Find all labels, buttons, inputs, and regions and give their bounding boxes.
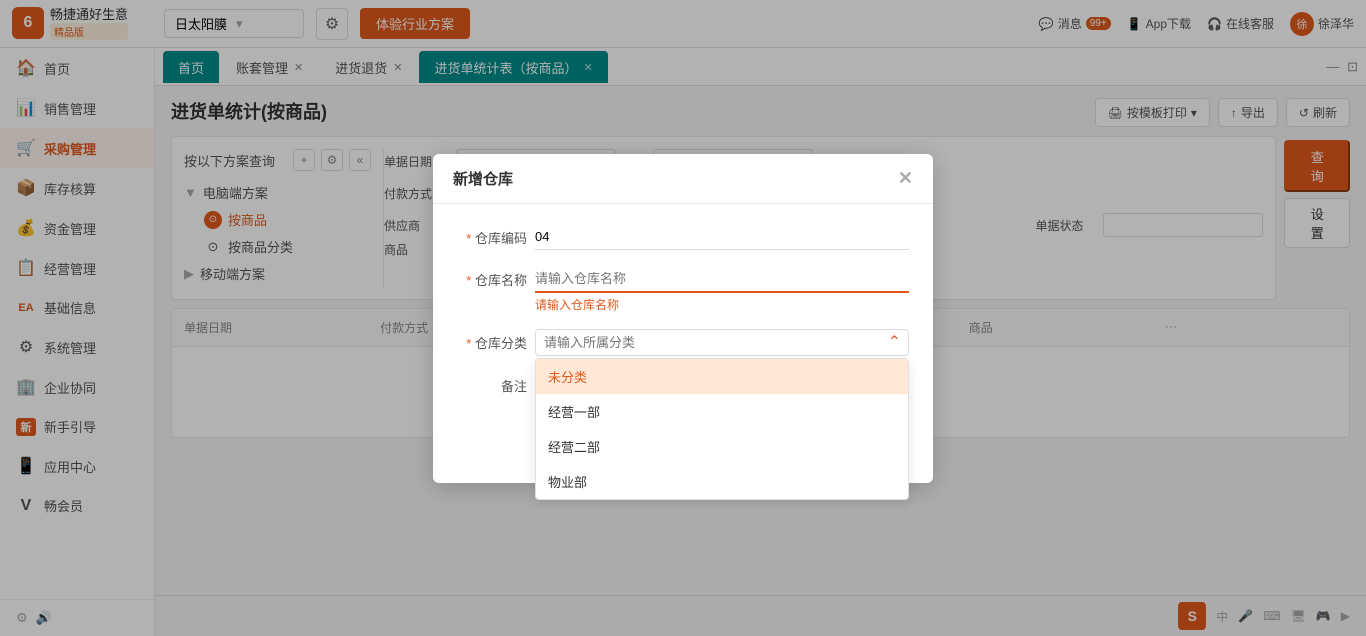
modal-overlay[interactable]: 新增仓库 ✕ * 仓库编码 * 仓库名称 (0, 0, 1366, 636)
name-field: 请输入仓库名称 (535, 266, 909, 313)
classification-field: ⌃ 未分类 经营一部 经营二部 物业部 (535, 329, 909, 356)
notes-label: 备注 (457, 372, 527, 396)
dropdown-item-dept2[interactable]: 经营二部 (536, 429, 908, 464)
classification-input[interactable] (535, 329, 909, 356)
form-row-classification: * 仓库分类 ⌃ 未分类 经营一部 经营二部 物业部 (457, 329, 909, 356)
modal-header: 新增仓库 ✕ (433, 154, 933, 204)
classification-dropdown: 未分类 经营一部 经营二部 物业部 (535, 358, 909, 500)
modal-title: 新增仓库 (453, 168, 513, 189)
classification-toggle-icon[interactable]: ⌃ (888, 332, 901, 352)
classification-label: * 仓库分类 (457, 329, 527, 353)
new-warehouse-modal: 新增仓库 ✕ * 仓库编码 * 仓库名称 (433, 154, 933, 483)
dropdown-item-uncategorized[interactable]: 未分类 (536, 359, 908, 394)
name-error-message: 请输入仓库名称 (535, 296, 909, 313)
dropdown-item-dept3[interactable]: 物业部 (536, 464, 908, 499)
dropdown-item-dept1[interactable]: 经营一部 (536, 394, 908, 429)
code-label: * 仓库编码 (457, 224, 527, 248)
modal-body: * 仓库编码 * 仓库名称 请输入仓库名称 (433, 204, 933, 424)
modal-close-button[interactable]: ✕ (898, 168, 913, 189)
warehouse-code-input[interactable] (535, 224, 909, 250)
warehouse-name-input[interactable] (535, 266, 909, 293)
code-field (535, 224, 909, 250)
name-label: * 仓库名称 (457, 266, 527, 290)
form-row-code: * 仓库编码 (457, 224, 909, 250)
form-row-name: * 仓库名称 请输入仓库名称 (457, 266, 909, 313)
